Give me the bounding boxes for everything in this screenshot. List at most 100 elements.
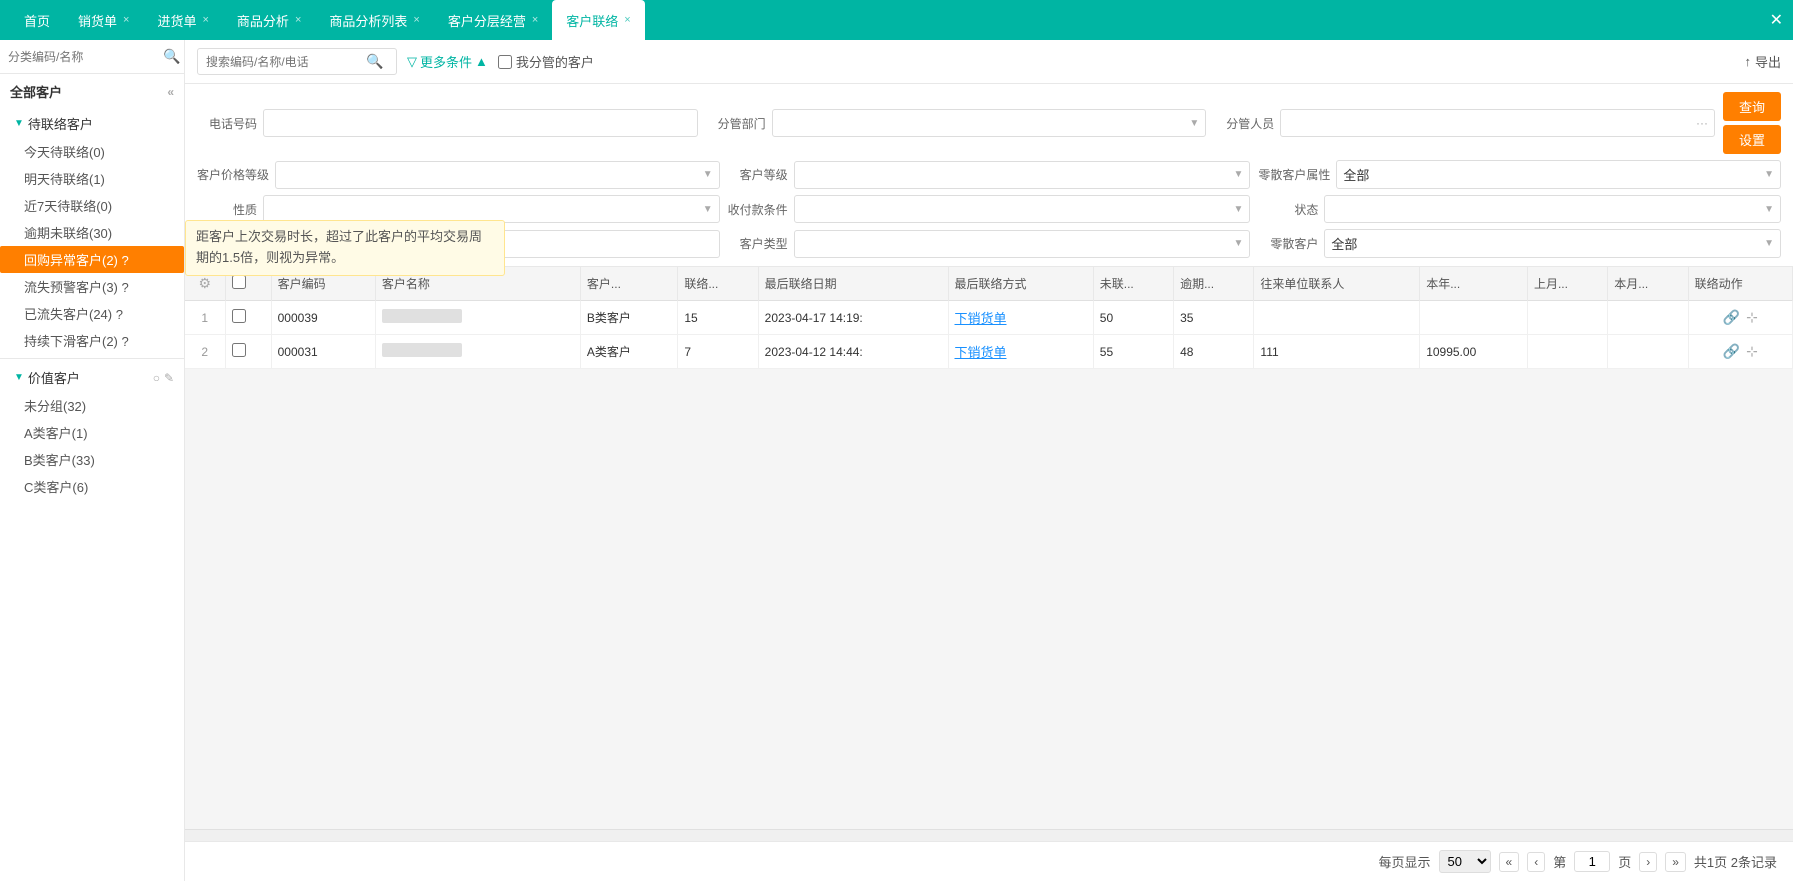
window-close-button[interactable]: ✕: [1770, 10, 1783, 30]
nav-tab-customer-tier[interactable]: 客户分层经营 ×: [434, 0, 552, 40]
cell-this-year-1: [1420, 301, 1528, 335]
action-icons-1: 🔗 ⊹: [1695, 309, 1786, 326]
action-link-icon-2[interactable]: 🔗: [1723, 343, 1740, 360]
last-method-link-1[interactable]: 下销货单: [955, 311, 1007, 326]
filter-cust-level-label: 客户等级: [728, 166, 788, 183]
cell-last-method-2: 下销货单: [948, 335, 1093, 369]
filter-price-level: 客户价格等级 ▼: [197, 161, 720, 189]
last-method-link-2[interactable]: 下销货单: [955, 345, 1007, 360]
sidebar-item-abnormal-repurchase[interactable]: 回购异常客户(2) ?: [0, 246, 184, 273]
nav-tab-product-analysis[interactable]: 商品分析 ×: [223, 0, 315, 40]
sidebar-item-class-c[interactable]: C类客户(6): [0, 473, 184, 500]
chevron-down-icon2: ▼: [703, 169, 713, 180]
tooltip: 距客户上次交易时长，超过了此客户的平均交易周期的1.5倍，则视为异常。: [185, 220, 505, 276]
prev-page-button[interactable]: ‹: [1527, 852, 1545, 872]
sidebar-item-unclassified[interactable]: 未分组(32): [0, 392, 184, 419]
settings-button[interactable]: 设置: [1723, 125, 1781, 154]
filter-dept: 分管部门 ▼: [706, 109, 1207, 137]
action-grid-icon-2[interactable]: ⊹: [1746, 343, 1758, 360]
sidebar: 🔍 全部客户 « ▼ 待联络客户 今天待联络(0) 明天待联络(1) 近7天待联…: [0, 40, 185, 881]
cell-not-contact-2: 55: [1093, 335, 1173, 369]
my-customer-checkbox[interactable]: [498, 55, 512, 69]
horizontal-scrollbar[interactable]: [185, 829, 1793, 841]
sidebar-edit-icon[interactable]: ○: [153, 371, 160, 385]
table-settings-icon[interactable]: ⚙: [198, 275, 211, 291]
row-checkbox-2[interactable]: [232, 343, 246, 357]
cell-category-2: A类客户: [580, 335, 677, 369]
filter-cust-level: 客户等级 ▼: [728, 161, 1251, 189]
sidebar-search-input[interactable]: [8, 50, 163, 64]
filter-payment-select[interactable]: ▼: [794, 195, 1251, 223]
action-link-icon-1[interactable]: 🔗: [1723, 309, 1740, 326]
customer-table: ⚙ 客户编码 客户名称 客户... 联络... 最后联络日期 最后联络方式 未联…: [185, 267, 1793, 369]
select-all-checkbox[interactable]: [232, 275, 246, 289]
sidebar-item-churned[interactable]: 已流失客户(24) ?: [0, 300, 184, 327]
nav-tab-customer-contact[interactable]: 客户联络 ×: [552, 0, 644, 40]
last-page-button[interactable]: »: [1665, 852, 1686, 872]
sidebar-item-overdue[interactable]: 逾期未联络(30): [0, 219, 184, 246]
sidebar-item-churn-warning[interactable]: 流失预警客户(3) ?: [0, 273, 184, 300]
nav-tab-product-list[interactable]: 商品分析列表 ×: [315, 0, 433, 40]
export-button[interactable]: ↑ 导出: [1744, 52, 1781, 71]
filter-chevron: ▲: [475, 54, 488, 69]
cell-unit-contact-2: 111: [1254, 335, 1420, 369]
search-bar: 🔍: [197, 48, 397, 75]
filter-person-label: 分管人员: [1214, 115, 1274, 132]
sidebar-group-pending[interactable]: ▼ 待联络客户: [0, 109, 184, 138]
filter-price-level-select[interactable]: ▼: [275, 161, 720, 189]
sidebar-item-class-a[interactable]: A类客户(1): [0, 419, 184, 446]
filter-icon: ▽: [407, 54, 417, 70]
filter-cust-type-select[interactable]: ▼: [794, 230, 1251, 258]
more-filter-button[interactable]: ▽ 更多条件 ▲: [407, 52, 488, 71]
close-tab-sales[interactable]: ×: [123, 14, 129, 26]
nav-tab-purchase[interactable]: 进货单 ×: [143, 0, 222, 40]
close-tab-customer-contact[interactable]: ×: [624, 14, 630, 26]
filter-retail-cust-select[interactable]: 全部 ▼: [1324, 229, 1781, 258]
filter-dept-select[interactable]: ▼: [772, 109, 1207, 137]
close-tab-purchase[interactable]: ×: [202, 14, 208, 26]
col-last-date: 最后联络日期: [758, 267, 948, 301]
nav-tab-home[interactable]: 首页: [10, 0, 64, 40]
sidebar-item-today[interactable]: 今天待联络(0): [0, 138, 184, 165]
close-tab-product-analysis[interactable]: ×: [295, 14, 301, 26]
filter-nature-select[interactable]: ▼: [263, 195, 720, 223]
sidebar-group-value[interactable]: ▼ 价值客户 ○ ✎: [0, 363, 184, 392]
cell-checkbox-2: [225, 335, 271, 369]
filter-phone-input[interactable]: [263, 109, 698, 137]
col-this-year: 本年...: [1420, 267, 1528, 301]
row-checkbox-1[interactable]: [232, 309, 246, 323]
filter-status-select[interactable]: ▼: [1324, 195, 1781, 223]
action-grid-icon-1[interactable]: ⊹: [1746, 309, 1758, 326]
nav-tab-sales[interactable]: 销货单 ×: [64, 0, 143, 40]
cell-action-2: 🔗 ⊹: [1688, 335, 1792, 369]
filter-person-input[interactable]: ···: [1280, 109, 1715, 137]
next-page-button[interactable]: ›: [1639, 852, 1657, 872]
scroll-inner: [185, 830, 1385, 831]
cell-checkbox-1: [225, 301, 271, 335]
sidebar-edit2-icon[interactable]: ✎: [164, 371, 174, 385]
sidebar-item-7days[interactable]: 近7天待联络(0): [0, 192, 184, 219]
sidebar-all-customers[interactable]: 全部客户 «: [0, 74, 184, 109]
cell-index-2: 2: [185, 335, 225, 369]
main-layout: 🔍 全部客户 « ▼ 待联络客户 今天待联络(0) 明天待联络(1) 近7天待联…: [0, 40, 1793, 881]
search-input[interactable]: [206, 55, 366, 69]
query-button[interactable]: 查询: [1723, 92, 1781, 121]
close-tab-product-list[interactable]: ×: [413, 14, 419, 26]
per-page-select[interactable]: 50 100 200: [1439, 850, 1491, 873]
first-page-button[interactable]: «: [1499, 852, 1520, 872]
sidebar-item-declining[interactable]: 持续下滑客户(2) ?: [0, 327, 184, 354]
filter-retail-attr-select[interactable]: 全部 ▼: [1336, 160, 1781, 189]
filter-cust-type: 客户类型 ▼: [728, 230, 1251, 258]
filter-person-dots[interactable]: ···: [1696, 116, 1708, 130]
action-icons-2: 🔗 ⊹: [1695, 343, 1786, 360]
close-tab-customer-tier[interactable]: ×: [532, 14, 538, 26]
chevron-down-icon7: ▼: [1764, 204, 1774, 215]
filter-status: 状态 ▼: [1258, 195, 1781, 223]
filter-cust-level-select[interactable]: ▼: [794, 161, 1251, 189]
filter-actions: 查询 设置: [1723, 92, 1781, 154]
sidebar-item-tomorrow[interactable]: 明天待联络(1): [0, 165, 184, 192]
sidebar-item-class-b[interactable]: B类客户(33): [0, 446, 184, 473]
col-not-contact: 未联...: [1093, 267, 1173, 301]
cell-name-1: [375, 301, 580, 335]
page-number-input[interactable]: [1574, 851, 1610, 872]
